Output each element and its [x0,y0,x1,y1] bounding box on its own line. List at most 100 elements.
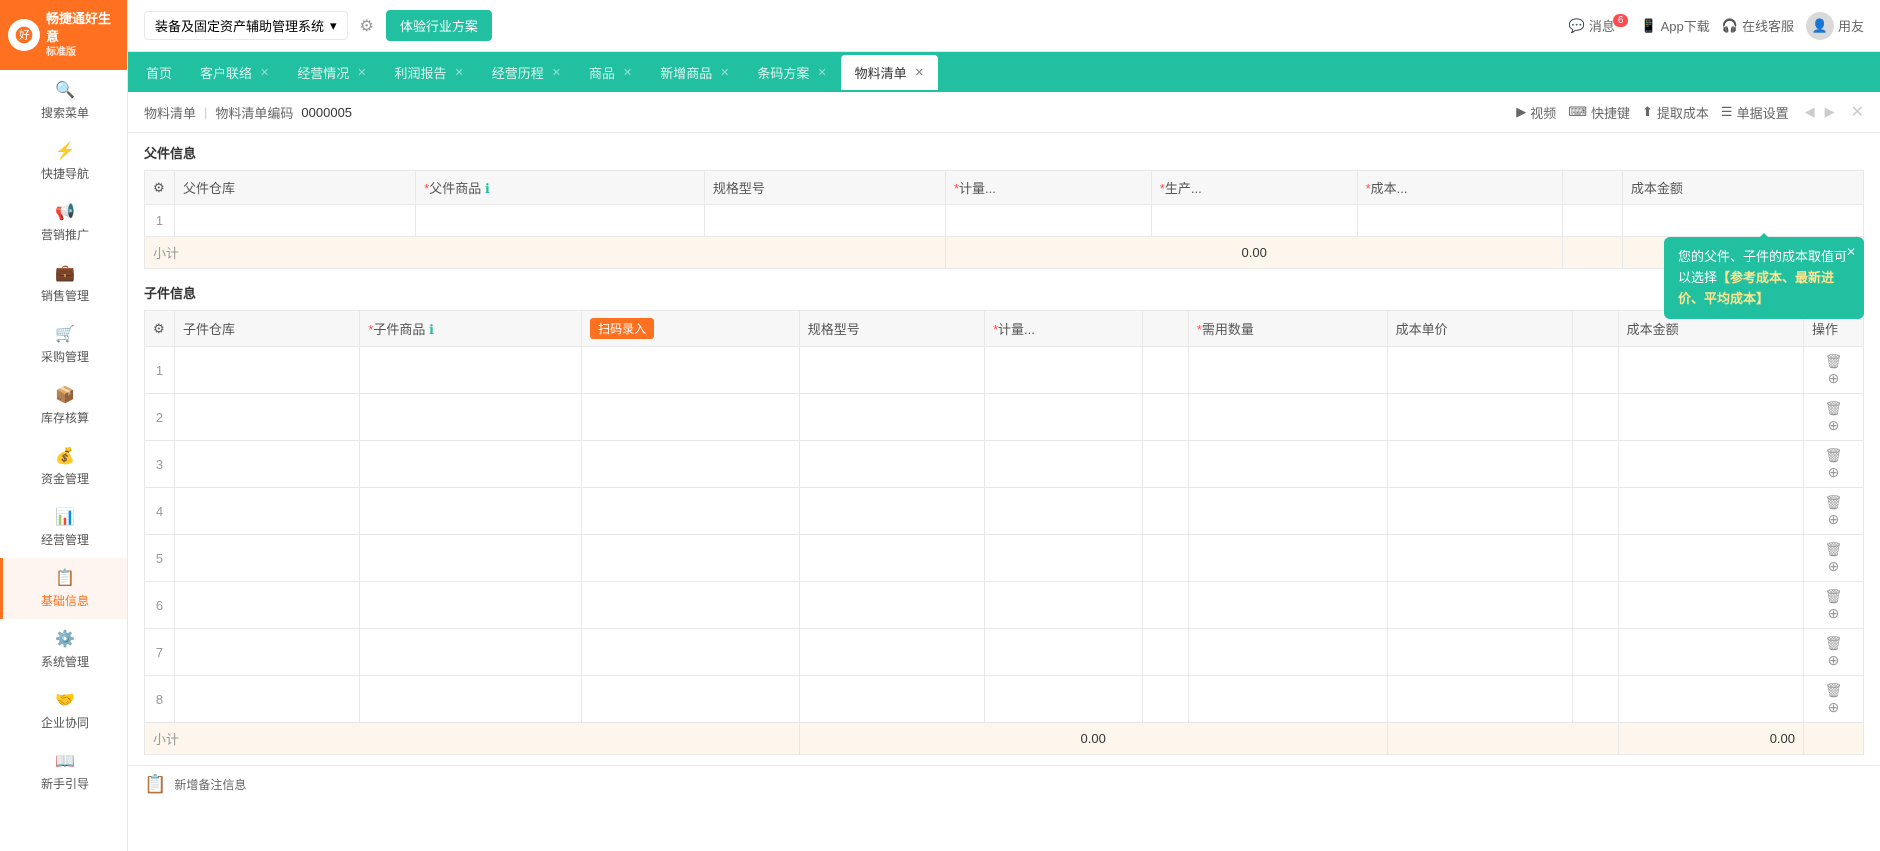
copy-icon-8[interactable]: ⊕ [1828,699,1840,715]
next-arrow[interactable]: ▶ [1821,102,1839,122]
child-product-5[interactable] [360,535,582,582]
sidebar-item-operation[interactable]: 📊经营管理 [0,497,127,558]
copy-icon-7[interactable]: ⊕ [1828,652,1840,668]
tab-barcode[interactable]: 条码方案 ✕ [743,55,840,90]
child-warehouse-5[interactable] [175,535,360,582]
tab-close-history[interactable]: ✕ [552,66,561,79]
child-unit-8[interactable] [984,676,1142,723]
tab-close-profit[interactable]: ✕ [455,66,464,79]
copy-icon-3[interactable]: ⊕ [1828,464,1840,480]
tab-new-goods[interactable]: 新增商品 ✕ [646,55,743,90]
tab-close-bom[interactable]: ✕ [915,66,924,79]
parent-spec-cell[interactable] [704,205,945,237]
child-unit-cost-3[interactable] [1387,441,1572,488]
child-unit-7[interactable] [984,629,1142,676]
sidebar-item-collab[interactable]: 🤝企业协同 [0,680,127,741]
child-unit-cost-6[interactable] [1387,582,1572,629]
child-scan-4[interactable] [582,488,800,535]
child-qty-3[interactable] [1188,441,1387,488]
sidebar-item-purchase[interactable]: 🛒采购管理 [0,314,127,375]
parent-cost-cell[interactable] [1357,205,1563,237]
child-scan-2[interactable] [582,394,800,441]
child-unit-cost-8[interactable] [1387,676,1572,723]
single-settings-action[interactable]: ☰ 单据设置 [1721,103,1789,122]
copy-icon-6[interactable]: ⊕ [1828,605,1840,621]
sidebar-item-basic[interactable]: 📋基础信息 [0,558,127,619]
copy-icon-4[interactable]: ⊕ [1828,511,1840,527]
child-unit-cost-2[interactable] [1387,394,1572,441]
child-warehouse-7[interactable] [175,629,360,676]
view-action[interactable]: ▶ 视频 [1516,103,1556,122]
child-spec-7[interactable] [799,629,984,676]
child-warehouse-8[interactable] [175,676,360,723]
tab-close-customer[interactable]: ✕ [260,66,269,79]
child-unit-cost-1[interactable] [1387,347,1572,394]
experience-button[interactable]: 体验行业方案 [386,10,492,41]
child-product-6[interactable] [360,582,582,629]
tab-customer[interactable]: 客户联络 ✕ [186,55,283,90]
delete-icon-5[interactable]: 🗑 [1825,541,1843,557]
child-warehouse-1[interactable] [175,347,360,394]
tab-profit[interactable]: 利润报告 ✕ [380,55,477,90]
tab-close-new-goods[interactable]: ✕ [720,66,729,79]
sidebar-item-quicknav[interactable]: ⚡快捷导航 [0,131,127,192]
child-qty-8[interactable] [1188,676,1387,723]
shortcut-action[interactable]: ⌨ 快捷键 [1568,103,1630,122]
sidebar-item-search[interactable]: 🔍搜索菜单 [0,70,127,131]
tab-close-barcode[interactable]: ✕ [817,66,826,79]
child-product-7[interactable] [360,629,582,676]
delete-icon-8[interactable]: 🗑 [1825,682,1843,698]
sidebar-item-sales[interactable]: 💼销售管理 [0,253,127,314]
child-product-2[interactable] [360,394,582,441]
child-spec-4[interactable] [799,488,984,535]
copy-icon-1[interactable]: ⊕ [1828,370,1840,386]
close-page-icon[interactable]: ✕ [1851,102,1864,122]
child-spec-8[interactable] [799,676,984,723]
child-spec-1[interactable] [799,347,984,394]
child-spec-5[interactable] [799,535,984,582]
child-product-1[interactable] [360,347,582,394]
delete-icon-1[interactable]: 🗑 [1825,353,1843,369]
tab-bom[interactable]: 物料清单 ✕ [841,55,938,90]
child-col-scan[interactable]: 扫码录入 [582,311,800,347]
child-scan-5[interactable] [582,535,800,582]
tab-close-goods[interactable]: ✕ [623,66,632,79]
child-scan-1[interactable] [582,347,800,394]
online-service-control[interactable]: 🎧 在线客服 [1722,16,1794,35]
child-qty-4[interactable] [1188,488,1387,535]
copy-icon-5[interactable]: ⊕ [1828,558,1840,574]
sidebar-item-finance[interactable]: 💰资金管理 [0,436,127,497]
tab-operation[interactable]: 经营情况 ✕ [283,55,380,90]
child-scan-8[interactable] [582,676,800,723]
child-warehouse-6[interactable] [175,582,360,629]
extract-cost-action[interactable]: ⬆ 提取成本 [1642,103,1709,122]
system-selector[interactable]: 装备及固定资产辅助管理系统 ▾ [144,11,348,40]
scan-button[interactable]: 扫码录入 [590,318,654,339]
child-scan-6[interactable] [582,582,800,629]
child-col-settings[interactable]: ⚙ [145,311,175,347]
child-qty-7[interactable] [1188,629,1387,676]
delete-icon-7[interactable]: 🗑 [1825,635,1843,651]
child-product-8[interactable] [360,676,582,723]
child-unit-4[interactable] [984,488,1142,535]
tab-home[interactable]: 首页 [132,55,186,90]
child-unit-2[interactable] [984,394,1142,441]
settings-icon[interactable]: ⚙ [360,16,374,36]
child-warehouse-4[interactable] [175,488,360,535]
child-qty-2[interactable] [1188,394,1387,441]
child-unit-1[interactable] [984,347,1142,394]
message-control[interactable]: 💬 消息 6 [1569,16,1629,35]
sidebar-item-marketing[interactable]: 📢营销推广 [0,192,127,253]
child-spec-3[interactable] [799,441,984,488]
parent-unit-cell[interactable] [945,205,1151,237]
app-download-control[interactable]: 📱 App下载 [1640,16,1709,35]
prev-arrow[interactable]: ◀ [1801,102,1819,122]
child-qty-1[interactable] [1188,347,1387,394]
tooltip-close-icon[interactable]: ✕ [1846,243,1856,262]
sidebar-item-system[interactable]: ⚙️系统管理 [0,619,127,680]
child-qty-6[interactable] [1188,582,1387,629]
tab-history[interactable]: 经营历程 ✕ [478,55,575,90]
child-unit-cost-7[interactable] [1387,629,1572,676]
child-qty-5[interactable] [1188,535,1387,582]
parent-col-settings[interactable]: ⚙ [145,171,175,205]
